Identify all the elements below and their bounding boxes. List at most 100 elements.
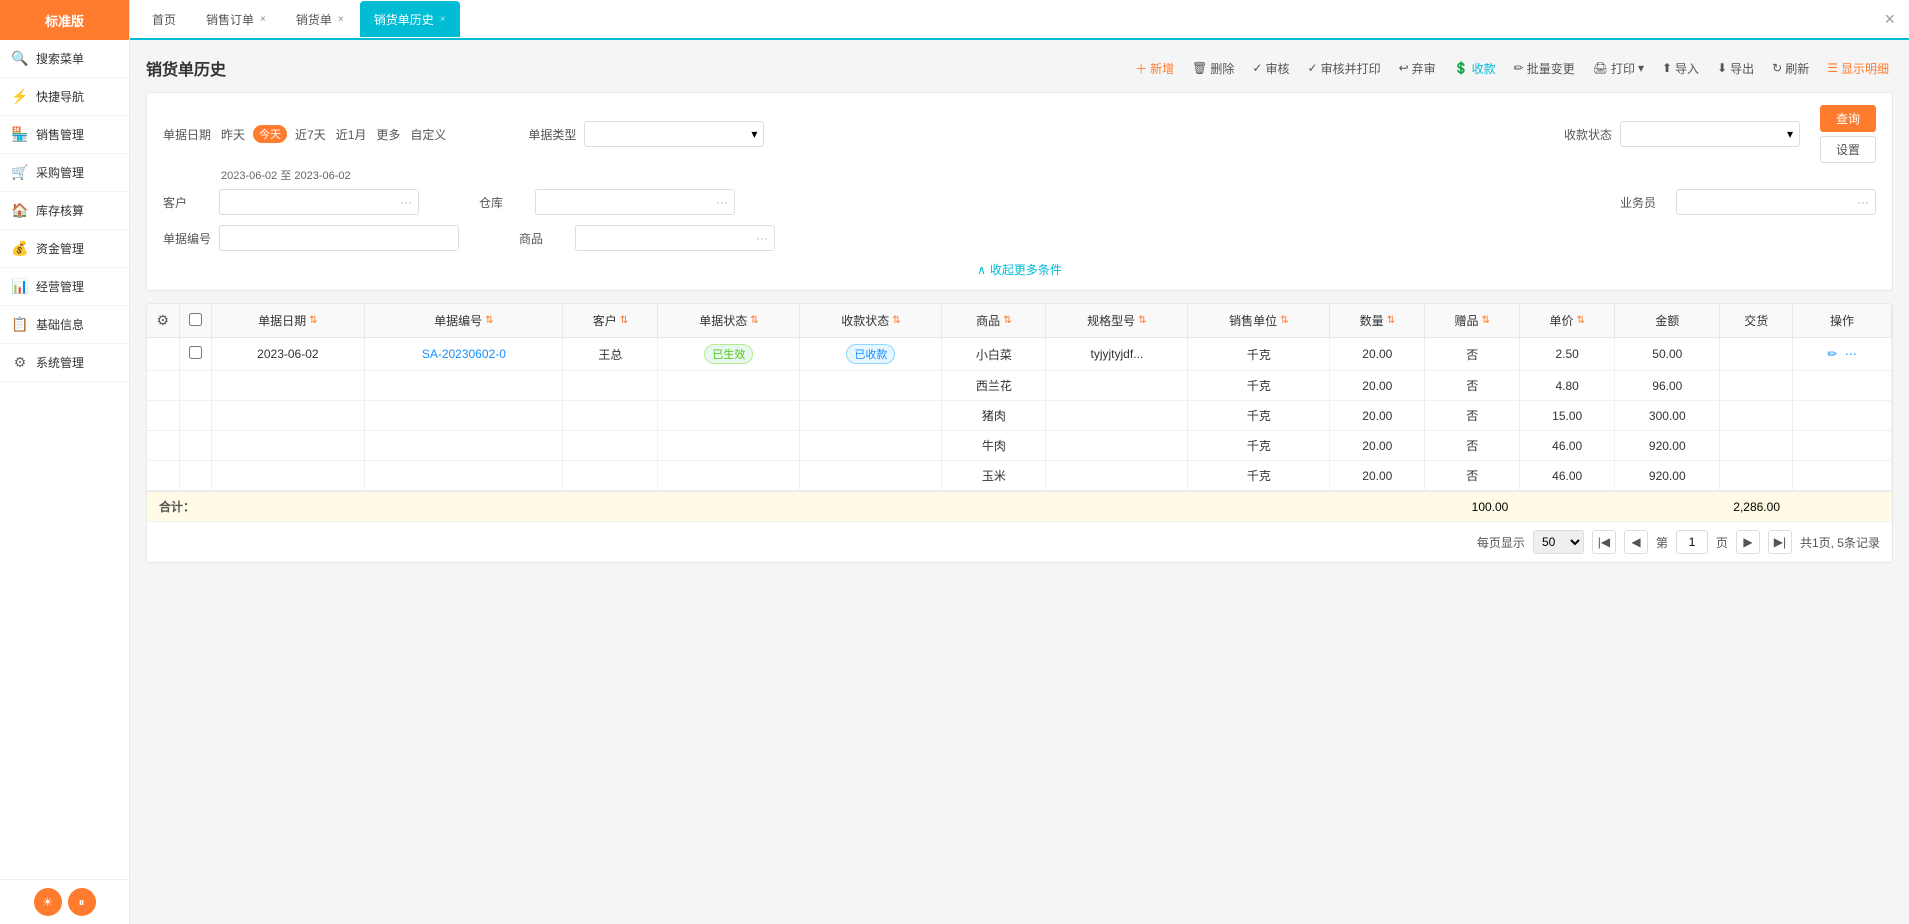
sort-icon[interactable]: ⇅ (1387, 315, 1395, 326)
tab-sales-history[interactable]: 销货单历史 × (360, 1, 460, 37)
audit-button[interactable]: ✓ 审核 (1248, 58, 1293, 79)
money-icon: 💰 (12, 241, 28, 257)
more-row-button[interactable]: ⋯ (1845, 347, 1857, 361)
td-gear (147, 431, 179, 461)
row-checkbox[interactable] (189, 346, 202, 359)
gear-icon: ⚙ (12, 355, 28, 371)
sort-icon[interactable]: ⇅ (1280, 315, 1288, 326)
goods-input[interactable] (582, 231, 752, 245)
doctype-dropdown[interactable]: ▾ (584, 121, 764, 147)
th-trade: 交货 (1720, 304, 1793, 338)
sidebar-bottom-btn-2[interactable]: ⏸ (68, 888, 96, 916)
abandon-button[interactable]: ↩ 弃审 (1395, 58, 1440, 79)
warehouse-dropdown[interactable]: ··· (535, 189, 735, 215)
shortcut-7days[interactable]: 近7天 (293, 126, 328, 143)
new-button[interactable]: ＋ 新增 (1131, 58, 1178, 79)
salesman-input[interactable] (1683, 195, 1853, 209)
refresh-button[interactable]: ↻ 刷新 (1768, 58, 1813, 79)
th-check (179, 304, 211, 338)
goods-dropdown[interactable]: ··· (575, 225, 775, 251)
batch-change-button[interactable]: ✏ 批量变更 (1510, 58, 1579, 79)
import-button[interactable]: ⬆ 导入 (1658, 58, 1703, 79)
td-no: SA-20230602-0 (365, 338, 563, 371)
close-icon[interactable]: × (260, 14, 266, 25)
tab-sales-order[interactable]: 销售订单 × (192, 1, 280, 37)
audit-print-button[interactable]: ✓ 审核并打印 (1304, 58, 1385, 79)
table-header-row: ⚙ 单据日期 ⇅ 单据编号 (147, 304, 1892, 338)
audit-print-icon: ✓ (1308, 61, 1318, 75)
shortcut-custom[interactable]: 自定义 (408, 126, 448, 143)
shortcut-1month[interactable]: 近1月 (334, 126, 369, 143)
page-input[interactable] (1676, 530, 1708, 554)
sidebar-item-system[interactable]: ⚙ 系统管理 (0, 344, 129, 382)
sidebar-item-quick[interactable]: ⚡ 快捷导航 (0, 78, 129, 116)
tab-sales-goods[interactable]: 销货单 × (282, 1, 358, 37)
next-page-button[interactable]: ▶ (1736, 530, 1760, 554)
collect-status-input[interactable] (1627, 127, 1783, 141)
more-icon[interactable]: ··· (716, 195, 728, 209)
sort-icon[interactable]: ⇅ (750, 315, 758, 326)
sidebar-item-base[interactable]: 📋 基础信息 (0, 306, 129, 344)
sidebar-item-finance[interactable]: 💰 资金管理 (0, 230, 129, 268)
more-icon[interactable]: ··· (1857, 195, 1869, 209)
customer-dropdown[interactable]: ··· (219, 189, 419, 215)
collect-button[interactable]: 💲 收款 (1450, 58, 1500, 79)
td-check (179, 461, 211, 491)
edit-row-button[interactable]: ✏ (1827, 347, 1837, 361)
more-icon[interactable]: ··· (400, 195, 412, 209)
display-button[interactable]: ☰ 显示明细 (1823, 58, 1893, 79)
select-all-checkbox[interactable] (189, 313, 202, 326)
sidebar-item-operation[interactable]: 📊 经营管理 (0, 268, 129, 306)
sort-icon[interactable]: ⇅ (892, 315, 900, 326)
setting-button[interactable]: 设置 (1820, 136, 1876, 163)
customer-input[interactable] (226, 195, 396, 209)
sort-icon[interactable]: ⇅ (620, 315, 628, 326)
prev-page-button[interactable]: ◀ (1624, 530, 1648, 554)
pagination: 每页显示 50 100 200 |◀ ◀ 第 页 ▶ ▶| 共1页, 5条记录 (147, 521, 1892, 562)
sidebar-item-sales[interactable]: 🏪 销售管理 (0, 116, 129, 154)
shortcut-more[interactable]: 更多 (374, 126, 402, 143)
footer-label: 合计： (159, 498, 195, 515)
doctype-label: 单据类型 (528, 126, 578, 143)
print-button[interactable]: 🖨 打印 ▾ (1589, 58, 1648, 79)
docno-input[interactable] (219, 225, 459, 251)
sort-icon[interactable]: ⇅ (1138, 315, 1146, 326)
td-customer: 王总 (563, 338, 658, 371)
shortcut-today[interactable]: 今天 (253, 125, 287, 143)
close-icon[interactable]: × (440, 14, 446, 25)
collect-status-dropdown[interactable]: ▾ (1620, 121, 1800, 147)
th-amount-label: 金额 (1655, 314, 1679, 328)
query-button[interactable]: 查询 (1820, 105, 1876, 132)
td-actions (1793, 371, 1892, 401)
sidebar-item-search[interactable]: 🔍 搜索菜单 (0, 40, 129, 78)
gear-icon[interactable]: ⚙ (156, 312, 169, 328)
doctype-input[interactable] (591, 127, 747, 141)
sort-icon[interactable]: ⇅ (485, 315, 493, 326)
warehouse-input[interactable] (542, 195, 712, 209)
more-icon[interactable]: ··· (756, 231, 768, 245)
sidebar-item-purchase[interactable]: 🛒 采购管理 (0, 154, 129, 192)
first-page-button[interactable]: |◀ (1592, 530, 1616, 554)
sort-icon[interactable]: ⇅ (1576, 315, 1584, 326)
sort-icon[interactable]: ⇅ (1482, 315, 1490, 326)
filter-item-doctype: 单据类型 ▾ (528, 121, 764, 147)
th-price-label: 单价 (1549, 312, 1573, 329)
filter-item-docno: 单据编号 (163, 225, 459, 251)
sort-icon[interactable]: ⇅ (1003, 315, 1011, 326)
collapse-button[interactable]: ∧ 收起更多条件 (163, 261, 1876, 278)
sidebar-item-inventory[interactable]: 🏠 库存核算 (0, 192, 129, 230)
sort-icon[interactable]: ⇅ (309, 315, 317, 326)
close-icon[interactable]: × (338, 14, 344, 25)
sidebar-bottom-btn-1[interactable]: ☀ (34, 888, 62, 916)
tab-sales-history-label: 销货单历史 (374, 11, 434, 28)
sidebar-item-label: 销售管理 (36, 126, 84, 143)
delete-button[interactable]: 🗑 删除 (1188, 58, 1238, 79)
shortcut-yesterday[interactable]: 昨天 (219, 126, 247, 143)
doc-no-link[interactable]: SA-20230602-0 (422, 347, 506, 361)
per-page-select[interactable]: 50 100 200 (1533, 530, 1584, 554)
last-page-button[interactable]: ▶| (1768, 530, 1792, 554)
export-button[interactable]: ⬇ 导出 (1713, 58, 1758, 79)
tab-home[interactable]: 首页 (138, 1, 190, 37)
close-all-tabs-button[interactable]: × (1878, 9, 1901, 30)
salesman-dropdown[interactable]: ··· (1676, 189, 1876, 215)
